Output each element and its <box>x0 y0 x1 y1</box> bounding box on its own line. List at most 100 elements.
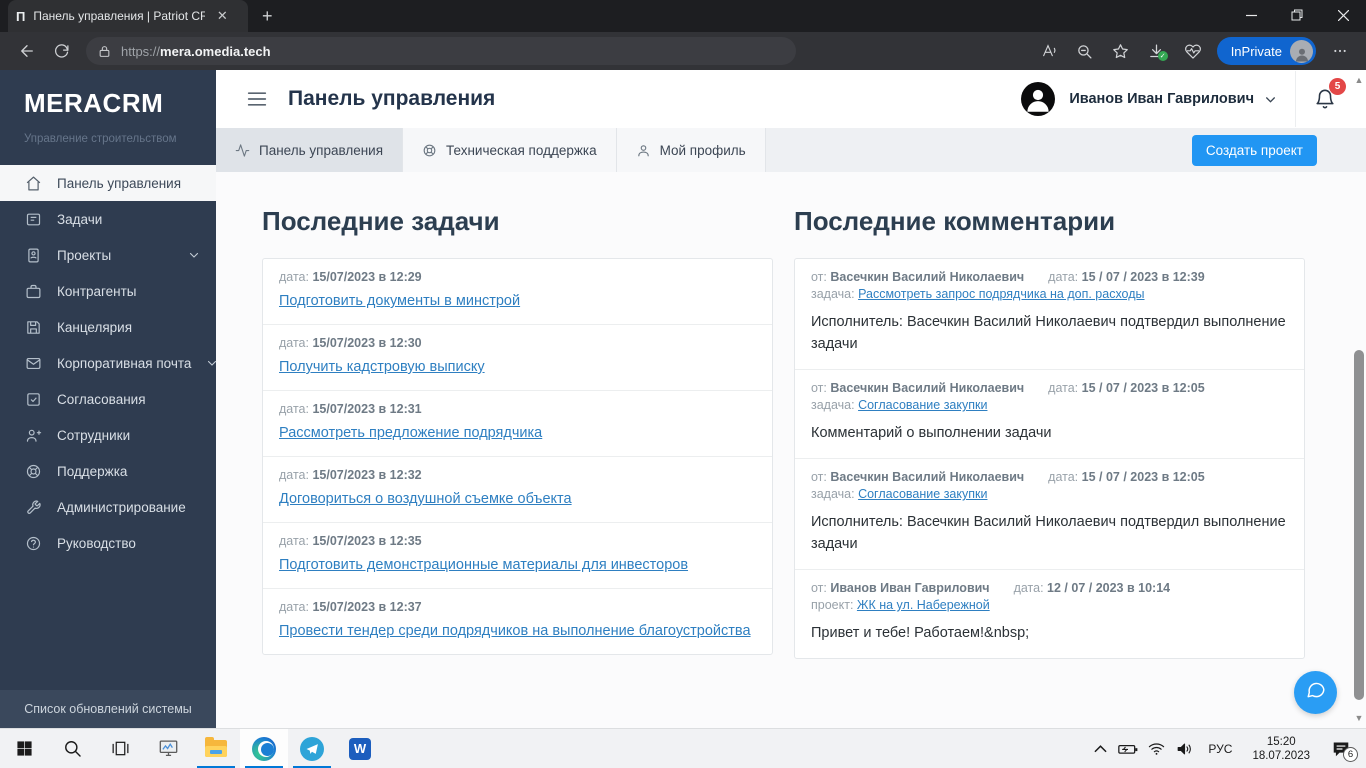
url-scheme: https:// <box>121 43 161 59</box>
comment-ref-link[interactable]: Согласование закупки <box>858 398 987 412</box>
tab-my-profile[interactable]: Мой профиль <box>616 128 766 172</box>
tasks-section: Последние задачи дата: 15/07/2023 в 12:2… <box>262 206 773 728</box>
address-bar[interactable]: https://mera.omedia.tech <box>86 37 796 65</box>
header-user-block: Иванов Иван Гаврилович 5 <box>1021 71 1354 127</box>
chat-fab-button[interactable] <box>1294 671 1337 714</box>
comment-row: от: Иванов Иван Гаврилович дата: 12 / 07 … <box>795 569 1304 658</box>
action-center-button[interactable]: 6 <box>1322 729 1360 768</box>
tab-tech-support[interactable]: Техническая поддержка <box>403 128 617 172</box>
sidebar-item-support[interactable]: Поддержка <box>0 453 216 489</box>
user-name[interactable]: Иванов Иван Гаврилович <box>1069 91 1254 107</box>
close-button[interactable] <box>1320 0 1366 30</box>
system-monitor-button[interactable] <box>144 729 192 768</box>
scroll-down-arrow[interactable]: ▼ <box>1352 711 1366 725</box>
minimize-button[interactable] <box>1228 0 1274 30</box>
sidebar-item-projects[interactable]: Проекты <box>0 237 216 273</box>
refresh-icon[interactable] <box>44 36 78 66</box>
sidebar-item-tasks[interactable]: Задачи <box>0 201 216 237</box>
comment-body: Комментарий о выполнении задачи <box>811 425 1052 441</box>
home-icon <box>25 175 42 192</box>
inprivate-badge[interactable]: InPrivate <box>1216 37 1316 65</box>
browser-essentials-icon[interactable] <box>1177 37 1209 65</box>
back-icon[interactable] <box>10 36 44 66</box>
sidebar-item-administration[interactable]: Администрирование <box>0 489 216 525</box>
task-link[interactable]: Получить кадстровую выписку <box>279 359 485 375</box>
sidebar-item-dashboard[interactable]: Панель управления <box>0 165 216 201</box>
read-aloud-icon[interactable] <box>1033 37 1065 65</box>
task-row: дата: 15/07/2023 в 12:32 Договориться о … <box>263 456 772 522</box>
task-link[interactable]: Провести тендер среди подрядчиков на вып… <box>279 623 751 639</box>
zoom-out-icon[interactable] <box>1069 37 1101 65</box>
task-link[interactable]: Договориться о воздушной съемке объекта <box>279 491 572 507</box>
word-button[interactable]: W <box>336 729 384 768</box>
sidebar-item-guide[interactable]: Руководство <box>0 525 216 561</box>
comment-ref-link[interactable]: Рассмотреть запрос подрядчика на доп. ра… <box>858 287 1144 301</box>
task-date: дата: 15/07/2023 в 12:29 <box>279 270 422 284</box>
language-indicator[interactable]: РУС <box>1200 742 1240 756</box>
comment-meta: от: Васечкин Василий Николаевич дата: 15 … <box>811 470 1205 484</box>
taskbar-search-button[interactable] <box>48 729 96 768</box>
task-link[interactable]: Подготовить документы в минстрой <box>279 293 520 309</box>
task-date: дата: 15/07/2023 в 12:37 <box>279 600 422 614</box>
favorites-star-icon[interactable] <box>1105 37 1137 65</box>
user-menu-chevron-icon[interactable] <box>1264 93 1277 106</box>
page-scrollbar[interactable]: ▲ ▼ <box>1352 70 1366 728</box>
word-icon: W <box>349 737 371 760</box>
task-row: дата: 15/07/2023 в 12:30 Получить кадстр… <box>263 324 772 390</box>
comment-meta: от: Иванов Иван Гаврилович дата: 12 / 07 … <box>811 581 1171 595</box>
inprivate-label: InPrivate <box>1230 43 1282 59</box>
action-center-count-badge: 6 <box>1343 746 1358 762</box>
sidebar-updates-link[interactable]: Список обновлений системы <box>0 690 216 728</box>
sidebar-item-office[interactable]: Канцелярия <box>0 309 216 345</box>
task-view-button[interactable] <box>96 729 144 768</box>
hamburger-menu-icon[interactable] <box>242 84 272 114</box>
sidebar-item-corporate-mail[interactable]: Корпоративная почта <box>0 345 217 381</box>
badge-icon <box>25 247 42 264</box>
comment-ref-link[interactable]: Согласование закупки <box>858 487 987 501</box>
comments-card: от: Васечкин Василий Николаевич дата: 15 … <box>794 258 1305 659</box>
user-avatar-icon[interactable] <box>1021 82 1056 116</box>
edge-browser-button[interactable] <box>240 729 288 768</box>
tray-chevron-up-icon[interactable] <box>1088 729 1112 768</box>
scroll-up-arrow[interactable]: ▲ <box>1352 73 1366 87</box>
sidebar-item-employees[interactable]: Сотрудники <box>0 417 216 453</box>
lock-icon[interactable] <box>98 45 111 58</box>
tab-close-icon[interactable]: ✕ <box>213 7 231 25</box>
task-link[interactable]: Подготовить демонстрационные материалы д… <box>279 557 688 573</box>
logo-block: MERACRM Управление строительством <box>0 70 216 165</box>
create-project-button[interactable]: Создать проект <box>1191 134 1317 166</box>
task-date: дата: 15/07/2023 в 12:30 <box>279 336 422 350</box>
volume-icon[interactable] <box>1172 729 1196 768</box>
restore-button[interactable] <box>1274 0 1320 30</box>
monitor-chart-icon <box>159 740 177 757</box>
scrollbar-thumb[interactable] <box>1354 350 1364 700</box>
tray-clock[interactable]: 15:20 18.07.2023 <box>1244 735 1318 763</box>
telegram-icon <box>300 736 324 761</box>
comment-ref: проект: ЖК на ул. Набережной <box>811 598 990 612</box>
browser-menu-icon[interactable] <box>1324 37 1356 65</box>
lifebuoy-icon <box>422 143 437 158</box>
downloads-icon[interactable]: ✓ <box>1141 37 1173 65</box>
briefcase-icon <box>25 283 42 300</box>
tab-dashboard[interactable]: Панель управления <box>216 128 404 172</box>
system-tray: РУС 15:20 18.07.2023 6 <box>1088 729 1366 768</box>
file-explorer-button[interactable] <box>192 729 240 768</box>
wifi-icon[interactable] <box>1144 729 1168 768</box>
start-button[interactable] <box>0 729 48 768</box>
new-tab-button[interactable]: + <box>262 6 273 27</box>
sidebar-item-contractors[interactable]: Контрагенты <box>0 273 216 309</box>
url-text[interactable]: https://mera.omedia.tech <box>121 44 271 59</box>
browser-tab[interactable]: П Панель управления | Patriot CRM ✕ <box>8 0 248 32</box>
battery-icon[interactable] <box>1116 729 1140 768</box>
question-circle-icon <box>25 535 42 552</box>
notifications-button[interactable]: 5 <box>1296 78 1354 110</box>
url-host: mera.omedia.tech <box>160 43 271 59</box>
edge-icon <box>252 736 276 761</box>
profile-avatar-icon[interactable] <box>1290 39 1313 63</box>
sidebar-item-approvals[interactable]: Согласования <box>0 381 216 417</box>
telegram-button[interactable] <box>288 729 336 768</box>
task-date: дата: 15/07/2023 в 12:31 <box>279 402 422 416</box>
task-link[interactable]: Рассмотреть предложение подрядчика <box>279 425 542 441</box>
comment-ref-link[interactable]: ЖК на ул. Набережной <box>857 598 990 612</box>
comments-section: Последние комментарии от: Васечкин Васил… <box>794 206 1305 728</box>
